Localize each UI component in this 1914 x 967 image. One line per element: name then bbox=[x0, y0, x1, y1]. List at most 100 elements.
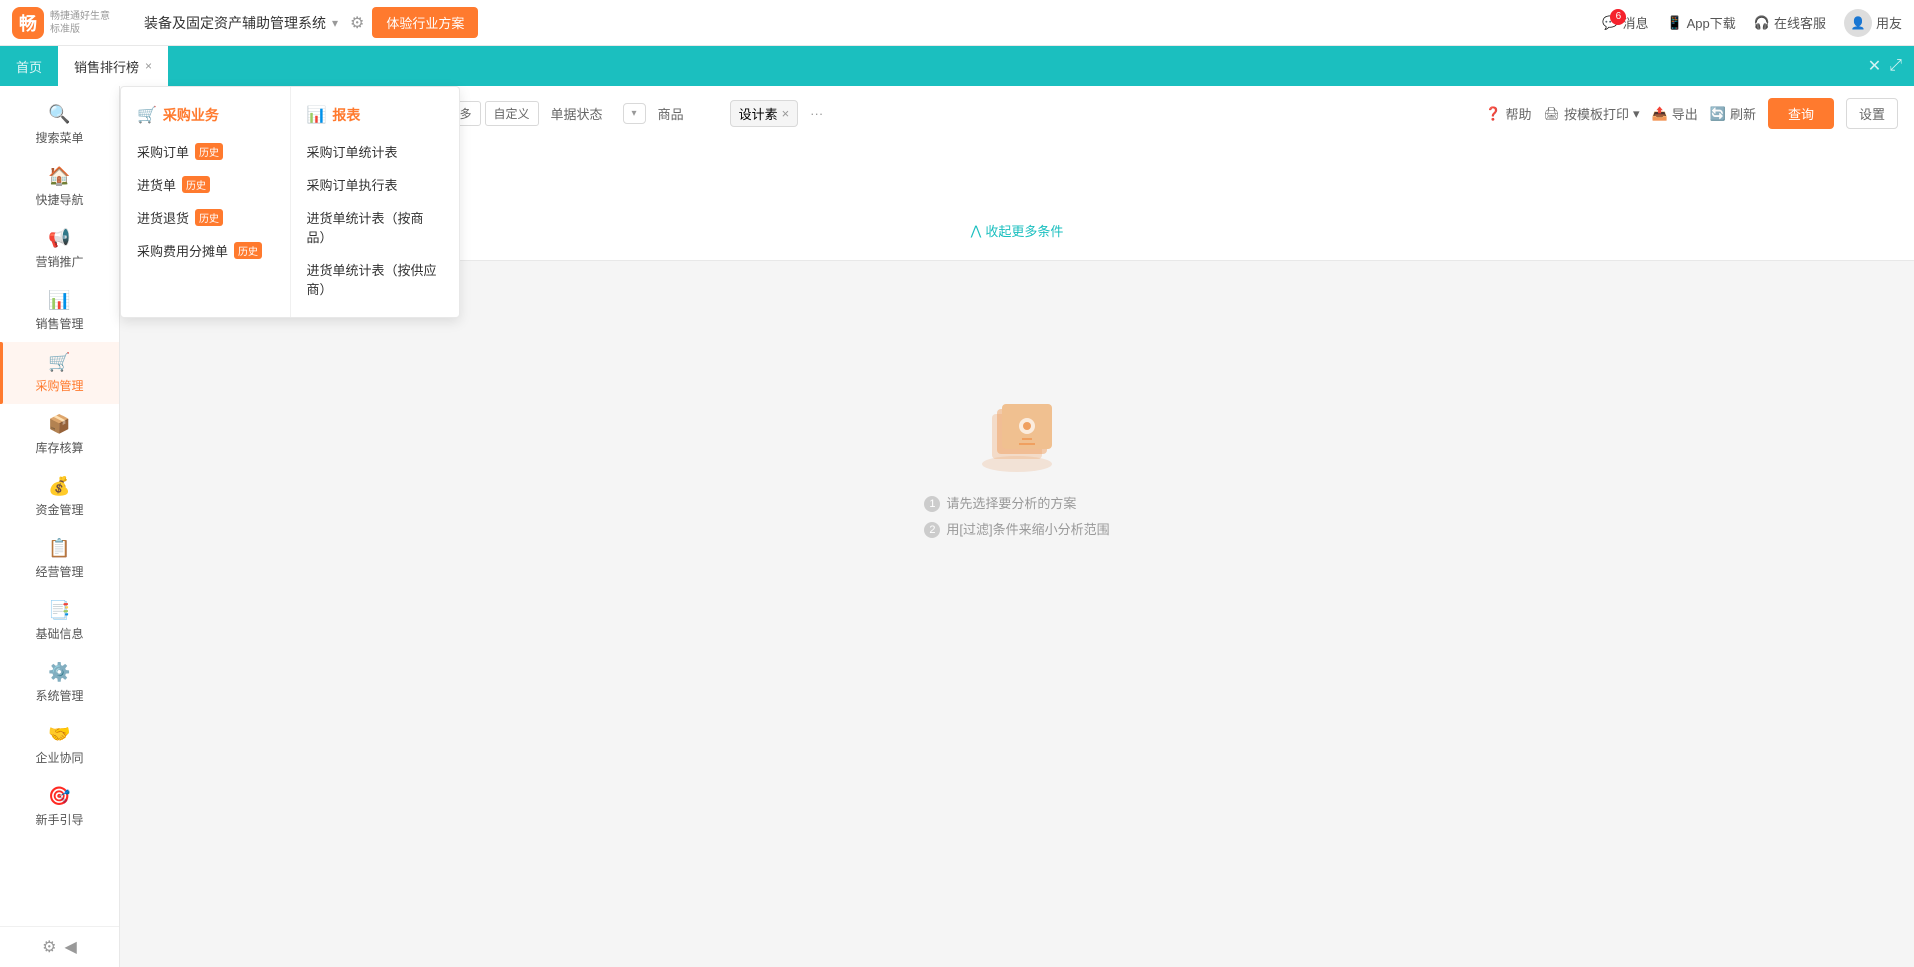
tab-close-icon[interactable]: × bbox=[145, 59, 152, 73]
empty-state: 1 请先选择要分析的方案 2 用[过滤]条件来缩小分析范围 bbox=[120, 261, 1914, 661]
dropdown-item-order-stats[interactable]: 采购订单统计表 bbox=[291, 135, 460, 168]
dropdown-purchase-header: 🛒 采购业务 bbox=[121, 99, 290, 135]
logo-icon: 畅 bbox=[12, 7, 44, 39]
sidebar-bottom: ⚙ ◀ bbox=[0, 926, 119, 967]
more-options-dots[interactable]: ··· bbox=[810, 106, 823, 121]
remove-goods-tag-icon[interactable]: × bbox=[782, 106, 790, 121]
print-button[interactable]: 🖨 按模板打印 ▾ bbox=[1544, 104, 1640, 123]
empty-illustration bbox=[967, 379, 1067, 479]
goods-label: 商品 bbox=[658, 104, 718, 123]
basic-icon: 📑 bbox=[48, 600, 70, 621]
sidebar-item-enterprise[interactable]: 🤝 企业协同 bbox=[0, 714, 119, 776]
sidebar-item-operation[interactable]: 📋 经营管理 bbox=[0, 528, 119, 590]
print-icon: 🖨 bbox=[1544, 106, 1561, 122]
sidebar-item-sales[interactable]: 📊 销售管理 bbox=[0, 280, 119, 342]
dropdown-item-incoming-stats-supplier[interactable]: 进货单统计表（按供应商） bbox=[291, 253, 460, 305]
finance-icon: 💰 bbox=[48, 476, 70, 497]
empty-tip-2: 2 用[过滤]条件来缩小分析范围 bbox=[924, 517, 1109, 543]
report-menu-icon: 📊 bbox=[307, 105, 327, 125]
tab-sales-rank[interactable]: 销售排行榜 × bbox=[58, 46, 168, 86]
close-window-icon[interactable]: ✕ bbox=[1868, 56, 1881, 76]
status-select[interactable]: ▾ bbox=[623, 103, 646, 124]
top-header: 畅 畅捷通好生意 标准版 装备及固定资产辅助管理系统 ▾ ⚙ 体验行业方案 💬 … bbox=[0, 0, 1914, 46]
settings-bottom-icon[interactable]: ⚙ bbox=[42, 937, 56, 957]
expand-icon[interactable]: ⤢ bbox=[1889, 57, 1902, 75]
query-button[interactable]: 查询 bbox=[1768, 98, 1834, 129]
user-button[interactable]: 👤 用友 bbox=[1844, 9, 1902, 37]
avatar: 👤 bbox=[1844, 9, 1872, 37]
system-icon: ⚙️ bbox=[48, 662, 70, 683]
app-download-button[interactable]: 📱 App下载 bbox=[1666, 13, 1735, 32]
collapse-up-icon: ⋀ bbox=[971, 223, 982, 239]
refresh-icon: 🔄 bbox=[1710, 106, 1726, 122]
dropdown-report-header: 📊 报表 bbox=[291, 99, 460, 135]
headset-icon: 🎧 bbox=[1754, 15, 1770, 31]
purchase-menu-icon: 🛒 bbox=[137, 105, 157, 125]
history-badge: 历史 bbox=[195, 143, 223, 160]
export-icon: 📤 bbox=[1652, 106, 1668, 122]
export-button[interactable]: 📤 导出 bbox=[1652, 104, 1698, 123]
empty-tip-1: 1 请先选择要分析的方案 bbox=[924, 491, 1109, 517]
dropdown-menu: 🛒 采购业务 采购订单 历史 进货单 历史 进货退货 历史 采购费用分摊单 历史 bbox=[120, 86, 460, 318]
message-badge: 6 bbox=[1610, 9, 1626, 25]
inventory-icon: 📦 bbox=[48, 414, 70, 435]
quick-date-custom[interactable]: 自定义 bbox=[485, 101, 539, 126]
help-icon: ❓ bbox=[1485, 106, 1501, 122]
phone-icon: 📱 bbox=[1666, 15, 1682, 31]
marketing-icon: 📢 bbox=[48, 228, 70, 249]
goods-tag[interactable]: 设计素 × bbox=[730, 100, 799, 127]
sidebar-item-quick[interactable]: 🏠 快捷导航 bbox=[0, 156, 119, 218]
status-label: 单据状态 bbox=[551, 104, 611, 123]
gear-icon[interactable]: ⚙ bbox=[350, 13, 364, 33]
industry-button[interactable]: 体验行业方案 bbox=[372, 7, 478, 38]
sidebar-item-search[interactable]: 🔍 搜索菜单 bbox=[0, 94, 119, 156]
enterprise-icon: 🤝 bbox=[48, 724, 70, 745]
chevron-down-icon[interactable]: ▾ bbox=[332, 16, 338, 30]
tab-home[interactable]: 首页 bbox=[0, 46, 58, 86]
sidebar-item-purchase[interactable]: 🛒 采购管理 bbox=[0, 342, 119, 404]
newbie-icon: 🎯 bbox=[48, 786, 70, 807]
logo-area: 畅 畅捷通好生意 标准版 bbox=[12, 7, 132, 39]
tab-bar-actions: ✕ ⤢ bbox=[1856, 56, 1914, 76]
system-title: 装备及固定资产辅助管理系统 ▾ bbox=[132, 13, 350, 33]
tip-number-2: 2 bbox=[924, 522, 940, 538]
message-icon: 💬 6 bbox=[1602, 15, 1618, 31]
empty-tips: 1 请先选择要分析的方案 2 用[过滤]条件来缩小分析范围 bbox=[924, 491, 1109, 543]
history-badge: 历史 bbox=[195, 209, 223, 226]
help-button[interactable]: ❓ 帮助 bbox=[1485, 104, 1531, 123]
sidebar-item-finance[interactable]: 💰 资金管理 bbox=[0, 466, 119, 528]
sidebar: 🔍 搜索菜单 🏠 快捷导航 📢 营销推广 📊 销售管理 🛒 采购管理 📦 库存核… bbox=[0, 86, 120, 967]
message-button[interactable]: 💬 6 消息 bbox=[1602, 13, 1648, 32]
history-badge: 历史 bbox=[182, 176, 210, 193]
home-icon: 🏠 bbox=[48, 166, 70, 187]
dropdown-item-expense[interactable]: 采购费用分摊单 历史 bbox=[121, 234, 290, 267]
purchase-icon: 🛒 bbox=[48, 352, 70, 373]
collapse-sidebar-icon[interactable]: ◀ bbox=[65, 937, 77, 957]
online-service-button[interactable]: 🎧 在线客服 bbox=[1754, 13, 1826, 32]
sidebar-item-basic[interactable]: 📑 基础信息 bbox=[0, 590, 119, 652]
history-badge: 历史 bbox=[234, 242, 262, 259]
dropdown-report-col: 📊 报表 采购订单统计表 采购订单执行表 进货单统计表（按商品） 进货单统计表（… bbox=[291, 87, 460, 317]
sidebar-item-newbie[interactable]: 🎯 新手引导 bbox=[0, 776, 119, 838]
setting-button[interactable]: 设置 bbox=[1846, 98, 1898, 129]
dropdown-item-incoming[interactable]: 进货单 历史 bbox=[121, 168, 290, 201]
dropdown-item-purchase-order[interactable]: 采购订单 历史 bbox=[121, 135, 290, 168]
sales-icon: 📊 bbox=[48, 290, 70, 311]
sidebar-item-inventory[interactable]: 📦 库存核算 bbox=[0, 404, 119, 466]
sidebar-item-system[interactable]: ⚙️ 系统管理 bbox=[0, 652, 119, 714]
dropdown-item-incoming-stats-goods[interactable]: 进货单统计表（按商品） bbox=[291, 201, 460, 253]
print-arrow-icon: ▾ bbox=[1633, 106, 1640, 122]
chevron-down-icon: ▾ bbox=[632, 108, 637, 119]
sidebar-item-marketing[interactable]: 📢 营销推广 bbox=[0, 218, 119, 280]
toolbar-right: ❓ 帮助 🖨 按模板打印 ▾ 📤 导出 🔄 刷新 bbox=[1485, 98, 1898, 129]
tip-number-1: 1 bbox=[924, 496, 940, 512]
header-right: 💬 6 消息 📱 App下载 🎧 在线客服 👤 用友 bbox=[1602, 9, 1902, 37]
active-indicator bbox=[0, 342, 3, 404]
dropdown-item-return[interactable]: 进货退货 历史 bbox=[121, 201, 290, 234]
refresh-button[interactable]: 🔄 刷新 bbox=[1710, 104, 1756, 123]
logo-text: 畅捷通好生意 标准版 bbox=[50, 10, 110, 36]
tab-bar: 首页 销售排行榜 × ✕ ⤢ bbox=[0, 46, 1914, 86]
dropdown-purchase-col: 🛒 采购业务 采购订单 历史 进货单 历史 进货退货 历史 采购费用分摊单 历史 bbox=[121, 87, 291, 317]
dropdown-item-order-exec[interactable]: 采购订单执行表 bbox=[291, 168, 460, 201]
search-icon: 🔍 bbox=[48, 104, 70, 125]
